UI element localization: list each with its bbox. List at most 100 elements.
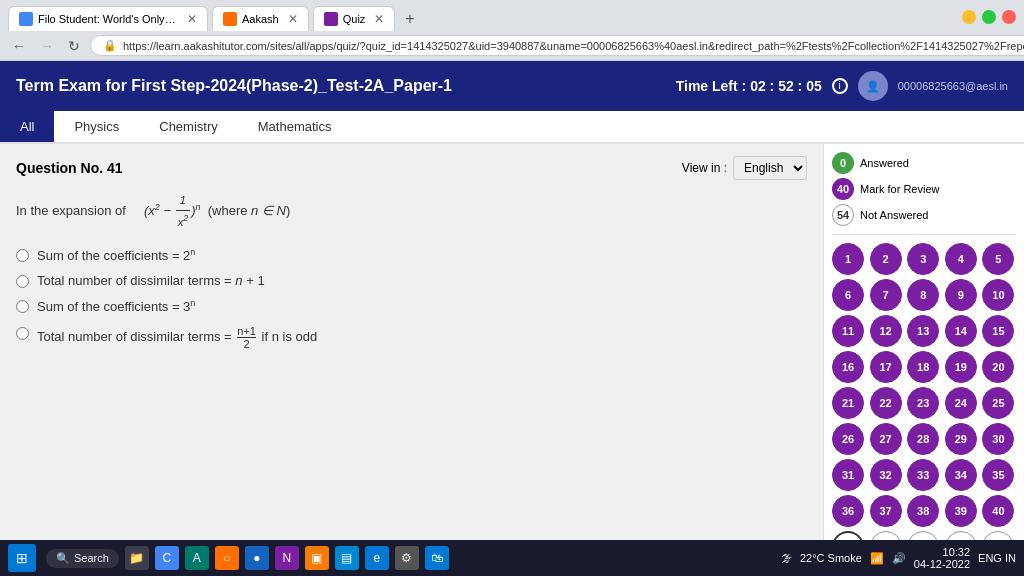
start-button[interactable]: ⊞ bbox=[8, 544, 36, 572]
volume-icon: 🔊 bbox=[892, 552, 906, 565]
question-number-btn-31[interactable]: 31 bbox=[832, 459, 864, 491]
search-bar[interactable]: 🔍 Search bbox=[46, 549, 119, 568]
timer-info-icon[interactable]: i bbox=[832, 78, 848, 94]
windows-icon: ⊞ bbox=[16, 550, 28, 566]
question-number-btn-15[interactable]: 15 bbox=[982, 315, 1014, 347]
new-tab-button[interactable]: + bbox=[399, 10, 420, 28]
taskbar-settings[interactable]: ⚙ bbox=[395, 546, 419, 570]
question-number-btn-20[interactable]: 20 bbox=[982, 351, 1014, 383]
question-number-btn-13[interactable]: 13 bbox=[907, 315, 939, 347]
window-controls bbox=[962, 10, 1016, 28]
minimize-button[interactable] bbox=[962, 10, 976, 24]
question-number-btn-8[interactable]: 8 bbox=[907, 279, 939, 311]
question-number-btn-30[interactable]: 30 bbox=[982, 423, 1014, 455]
question-number-btn-17[interactable]: 17 bbox=[870, 351, 902, 383]
question-number-btn-36[interactable]: 36 bbox=[832, 495, 864, 527]
weather-icon: 🌫 bbox=[781, 552, 792, 564]
tab-all[interactable]: All bbox=[0, 111, 54, 142]
close-button[interactable] bbox=[1002, 10, 1016, 24]
language-select[interactable]: English Hindi bbox=[733, 156, 807, 180]
question-number-btn-21[interactable]: 21 bbox=[832, 387, 864, 419]
status-not-answered: 54 Not Answered bbox=[832, 204, 1016, 226]
taskbar-app3[interactable]: ● bbox=[245, 546, 269, 570]
question-number-btn-37[interactable]: 37 bbox=[870, 495, 902, 527]
divider bbox=[832, 234, 1016, 235]
taskbar-edge[interactable]: e bbox=[365, 546, 389, 570]
system-clock: 10:32 04-12-2022 bbox=[914, 546, 970, 570]
tab-label-3: Quiz bbox=[343, 13, 366, 25]
option-a-radio[interactable] bbox=[16, 249, 29, 262]
option-c-label: Sum of the coefficients = 3n bbox=[37, 298, 195, 314]
taskbar-chrome[interactable]: C bbox=[155, 546, 179, 570]
taskbar-app5[interactable]: ▣ bbox=[305, 546, 329, 570]
question-number-btn-6[interactable]: 6 bbox=[832, 279, 864, 311]
taskbar-app2[interactable]: ○ bbox=[215, 546, 239, 570]
back-nav-button[interactable]: ← bbox=[8, 36, 30, 56]
mark-review-badge: 40 bbox=[832, 178, 854, 200]
taskbar-app1[interactable]: A bbox=[185, 546, 209, 570]
reload-button[interactable]: ↻ bbox=[64, 36, 84, 56]
option-a[interactable]: Sum of the coefficients = 2n bbox=[16, 247, 807, 263]
tab-2[interactable]: Aakash ✕ bbox=[212, 6, 309, 31]
question-number-btn-22[interactable]: 22 bbox=[870, 387, 902, 419]
option-b[interactable]: Total number of dissimilar terms = n + 1 bbox=[16, 273, 807, 288]
question-number-btn-27[interactable]: 27 bbox=[870, 423, 902, 455]
option-b-radio[interactable] bbox=[16, 275, 29, 288]
tab-3[interactable]: Quiz ✕ bbox=[313, 6, 396, 31]
question-number-btn-1[interactable]: 1 bbox=[832, 243, 864, 275]
question-number-btn-4[interactable]: 4 bbox=[945, 243, 977, 275]
time-display: 10:32 bbox=[914, 546, 970, 558]
taskbar-app4[interactable]: N bbox=[275, 546, 299, 570]
option-c[interactable]: Sum of the coefficients = 3n bbox=[16, 298, 807, 314]
tab-close-1[interactable]: ✕ bbox=[187, 12, 197, 26]
tab-close-3[interactable]: ✕ bbox=[374, 12, 384, 26]
question-header: Question No. 41 View in : English Hindi bbox=[16, 156, 807, 180]
question-number-btn-28[interactable]: 28 bbox=[907, 423, 939, 455]
question-number-btn-33[interactable]: 33 bbox=[907, 459, 939, 491]
question-number-btn-16[interactable]: 16 bbox=[832, 351, 864, 383]
question-number-btn-26[interactable]: 26 bbox=[832, 423, 864, 455]
question-number-btn-38[interactable]: 38 bbox=[907, 495, 939, 527]
question-number-btn-7[interactable]: 7 bbox=[870, 279, 902, 311]
forward-nav-button[interactable]: → bbox=[36, 36, 58, 56]
question-number-btn-2[interactable]: 2 bbox=[870, 243, 902, 275]
question-number-btn-23[interactable]: 23 bbox=[907, 387, 939, 419]
tab-physics[interactable]: Physics bbox=[54, 111, 139, 142]
question-number-btn-39[interactable]: 39 bbox=[945, 495, 977, 527]
status-mark-review: 40 Mark for Review bbox=[832, 178, 1016, 200]
question-number-btn-5[interactable]: 5 bbox=[982, 243, 1014, 275]
question-number-btn-9[interactable]: 9 bbox=[945, 279, 977, 311]
question-number-btn-12[interactable]: 12 bbox=[870, 315, 902, 347]
tab-bar: Filo Student: World's Only Live In... ✕ … bbox=[0, 0, 1024, 31]
question-number-btn-24[interactable]: 24 bbox=[945, 387, 977, 419]
tab-close-2[interactable]: ✕ bbox=[288, 12, 298, 26]
option-d[interactable]: Total number of dissimilar terms = n+12 … bbox=[16, 325, 807, 350]
address-bar[interactable]: 🔒 https://learn.aakashitutor.com/sites/a… bbox=[90, 35, 1024, 56]
option-c-radio[interactable] bbox=[16, 300, 29, 313]
taskbar-explorer[interactable]: 📁 bbox=[125, 546, 149, 570]
question-number-btn-25[interactable]: 25 bbox=[982, 387, 1014, 419]
question-number-btn-11[interactable]: 11 bbox=[832, 315, 864, 347]
question-number-btn-34[interactable]: 34 bbox=[945, 459, 977, 491]
taskbar-store[interactable]: 🛍 bbox=[425, 546, 449, 570]
tab-1[interactable]: Filo Student: World's Only Live In... ✕ bbox=[8, 6, 208, 31]
maximize-button[interactable] bbox=[982, 10, 996, 24]
question-number-btn-40[interactable]: 40 bbox=[982, 495, 1014, 527]
question-number-btn-35[interactable]: 35 bbox=[982, 459, 1014, 491]
question-number-btn-10[interactable]: 10 bbox=[982, 279, 1014, 311]
option-b-label: Total number of dissimilar terms = n + 1 bbox=[37, 273, 265, 288]
tab-mathematics[interactable]: Mathematics bbox=[238, 111, 352, 142]
question-number-btn-3[interactable]: 3 bbox=[907, 243, 939, 275]
question-number-btn-32[interactable]: 32 bbox=[870, 459, 902, 491]
sidebar: 0 Answered 40 Mark for Review 54 Not Ans… bbox=[824, 144, 1024, 560]
question-number-btn-29[interactable]: 29 bbox=[945, 423, 977, 455]
tab-label-2: Aakash bbox=[242, 13, 279, 25]
option-d-radio[interactable] bbox=[16, 327, 29, 340]
question-number-btn-19[interactable]: 19 bbox=[945, 351, 977, 383]
date-display: 04-12-2022 bbox=[914, 558, 970, 570]
question-number-btn-14[interactable]: 14 bbox=[945, 315, 977, 347]
taskbar-app6[interactable]: ▤ bbox=[335, 546, 359, 570]
option-a-label: Sum of the coefficients = 2n bbox=[37, 247, 195, 263]
tab-chemistry[interactable]: Chemistry bbox=[139, 111, 238, 142]
question-number-btn-18[interactable]: 18 bbox=[907, 351, 939, 383]
